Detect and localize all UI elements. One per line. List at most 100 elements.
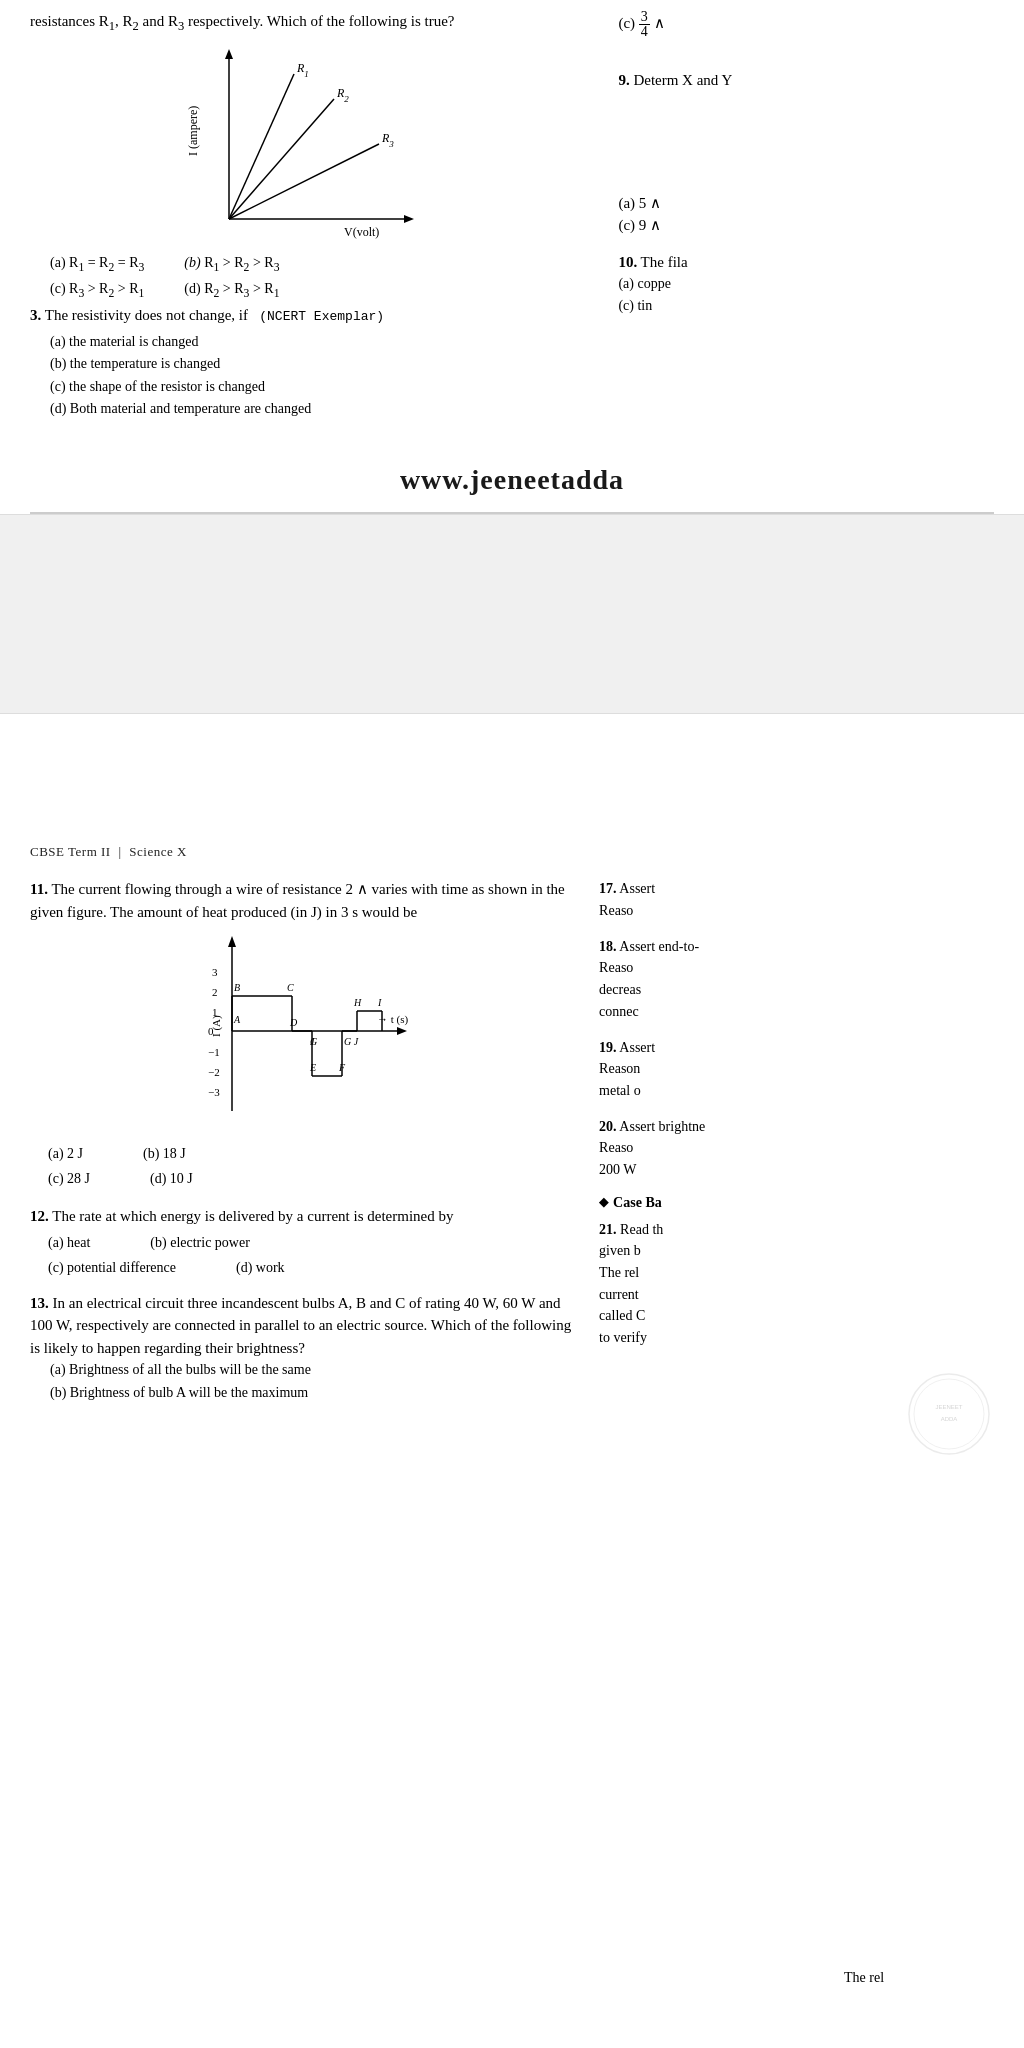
q10-a-right: (a) coppe xyxy=(618,273,994,295)
svg-text:R1: R1 xyxy=(296,61,309,79)
q11-num: 11. xyxy=(30,881,48,897)
q2-opt-a: (a) R1 = R2 = R3 xyxy=(50,252,144,276)
svg-text:3: 3 xyxy=(212,966,218,978)
q13-block: 13. In an electrical circuit three incan… xyxy=(30,1292,573,1404)
page-bottom: CBSE Term II | Science X 11. The current… xyxy=(0,834,1024,1462)
q9-block-right: 9. Determ X and Y xyxy=(618,69,994,92)
svg-text:−3: −3 xyxy=(208,1086,220,1098)
q2-options: (a) R1 = R2 = R3 (b) R1 > R2 > R3 (c) R3… xyxy=(50,252,588,303)
q12-opt-c: (c) potential difference xyxy=(48,1257,176,1278)
svg-line-6 xyxy=(229,74,294,219)
q3-block: 3. The resistivity does not change, if (… xyxy=(30,304,588,420)
bottom-stamp-area: JEENEET ADDA xyxy=(599,1369,994,1463)
svg-point-49 xyxy=(914,1379,984,1449)
q3-opt-a: (a) the material is changed xyxy=(50,331,588,353)
svg-text:R2: R2 xyxy=(336,86,349,104)
q11-opt-a: (a) 2 J xyxy=(48,1143,83,1164)
q2-option-row-2: (c) R3 > R2 > R1 (d) R2 > R3 > R1 xyxy=(50,278,588,302)
q18-num: 18. xyxy=(599,939,617,954)
svg-line-8 xyxy=(229,99,334,219)
case-ba-block: ◆ Case Ba xyxy=(599,1195,994,1211)
case-ba-label: Case Ba xyxy=(613,1195,662,1211)
pbc-left: 11. The current flowing through a wire o… xyxy=(30,878,589,1462)
q2-opt-b: (b) R1 > R2 > R3 xyxy=(184,252,279,276)
q3-opt-c: (c) the shape of the resistor is changed xyxy=(50,376,588,398)
q21-block: 21. Read th given b The rel current call… xyxy=(599,1219,994,1349)
q21-called: called C xyxy=(599,1305,994,1327)
q11-opt-d: (d) 10 J xyxy=(150,1168,193,1189)
bottom-rel-text-block: The rel xyxy=(844,1967,1014,1988)
svg-line-10 xyxy=(229,144,379,219)
q3-opt-d: (d) Both material and temperature are ch… xyxy=(50,398,588,420)
page-separator xyxy=(0,514,1024,714)
q17-num: 17. xyxy=(599,881,617,896)
stamp-svg: JEENEET ADDA xyxy=(904,1369,994,1459)
q12-opt-a: (a) heat xyxy=(48,1232,90,1253)
page-top: resistances R1, R2 and R3 respectively. … xyxy=(0,0,1024,514)
svg-text:I (A): I (A) xyxy=(210,1015,223,1037)
q11-opt-c: (c) 28 J xyxy=(48,1168,90,1189)
q17-block: 17. Assert Reaso xyxy=(599,878,994,921)
q11-opt-b: (b) 18 J xyxy=(143,1143,186,1164)
q20-text: 20. Assert brightne xyxy=(599,1116,994,1138)
q21-verify: to verify xyxy=(599,1327,994,1349)
q19-num: 19. xyxy=(599,1040,617,1055)
q3-opt-b: (b) the temperature is changed xyxy=(50,353,588,375)
q11-options-2: (c) 28 J (d) 10 J xyxy=(48,1168,573,1189)
q9-c-right: (c) 9 ∧ xyxy=(618,214,994,237)
q9-num: 9. xyxy=(618,72,629,88)
svg-text:−2: −2 xyxy=(208,1066,220,1078)
q11-block: 11. The current flowing through a wire o… xyxy=(30,878,573,1189)
q19-text: 19. Assert xyxy=(599,1037,994,1059)
svg-marker-14 xyxy=(228,936,236,947)
q12-opt-d: (d) work xyxy=(236,1257,285,1278)
q13-opt-a: (a) Brightness of all the bulbs will be … xyxy=(50,1359,573,1381)
q3-text: 3. The resistivity does not change, if (… xyxy=(30,304,588,327)
q21-text: 21. Read th xyxy=(599,1219,994,1241)
bottom-rel-text: The rel xyxy=(844,1970,884,1985)
q18-connec: connec xyxy=(599,1001,994,1023)
svg-text:E: E xyxy=(309,1062,316,1073)
q9-a-right: (a) 5 ∧ xyxy=(618,192,994,215)
q20-reason: Reaso xyxy=(599,1137,994,1159)
q12-block: 12. The rate at which energy is delivere… xyxy=(30,1205,573,1278)
svg-text:ADDA: ADDA xyxy=(941,1416,958,1422)
top-two-col: resistances R1, R2 and R3 respectively. … xyxy=(30,10,994,434)
q3-num: 3. xyxy=(30,307,41,323)
bottom-two-col: 11. The current flowing through a wire o… xyxy=(30,878,994,1462)
q12-opt-b: (b) electric power xyxy=(150,1232,250,1253)
q18-reason: Reaso xyxy=(599,957,994,979)
iv-graph-svg: I (ampere) V(volt) R1 R2 R3 xyxy=(179,44,439,244)
q13-opt-b: (b) Brightness of bulb A will be the max… xyxy=(50,1382,573,1404)
q11-options: (a) 2 J (b) 18 J xyxy=(48,1143,573,1164)
q2-intro: resistances R1, R2 and R3 respectively. … xyxy=(30,10,588,36)
right-c-fraction: (c) 3 4 ∧ xyxy=(618,10,994,39)
svg-point-48 xyxy=(909,1374,989,1454)
svg-text:I: I xyxy=(377,997,382,1008)
q12-options-1: (a) heat (b) electric power xyxy=(48,1232,573,1253)
q10-block-right: 10. The fila (a) coppe (c) tin xyxy=(618,251,994,318)
q11-text: 11. The current flowing through a wire o… xyxy=(30,878,573,923)
col-left-top: resistances R1, R2 and R3 respectively. … xyxy=(30,10,608,434)
q2-opt-d: (d) R2 > R3 > R1 xyxy=(184,278,279,302)
svg-text:B: B xyxy=(234,982,240,993)
cbse-label: CBSE Term II xyxy=(30,844,111,859)
q18-block: 18. Assert end-to- Reaso decreas connec xyxy=(599,936,994,1023)
cbse-header: CBSE Term II | Science X xyxy=(30,844,994,860)
q20-block: 20. Assert brightne Reaso 200 W xyxy=(599,1116,994,1181)
svg-marker-2 xyxy=(225,49,233,59)
svg-text:F: F xyxy=(338,1062,346,1073)
svg-text:D: D xyxy=(289,1017,298,1028)
svg-marker-15 xyxy=(397,1027,407,1035)
svg-text:I (ampere): I (ampere) xyxy=(186,105,200,155)
q20-num: 20. xyxy=(599,1119,617,1134)
q12-options-2: (c) potential difference (d) work xyxy=(48,1257,573,1278)
svg-text:J: J xyxy=(310,1036,315,1047)
q10-text-right: 10. The fila xyxy=(618,251,994,274)
q9-text-right: 9. Determ X and Y xyxy=(618,69,994,92)
svg-text:2: 2 xyxy=(212,986,218,998)
q21-rel: The rel xyxy=(599,1262,994,1284)
svg-text:G J: G J xyxy=(344,1036,359,1047)
svg-text:V(volt): V(volt) xyxy=(344,225,379,239)
q21-num: 21. xyxy=(599,1222,617,1237)
